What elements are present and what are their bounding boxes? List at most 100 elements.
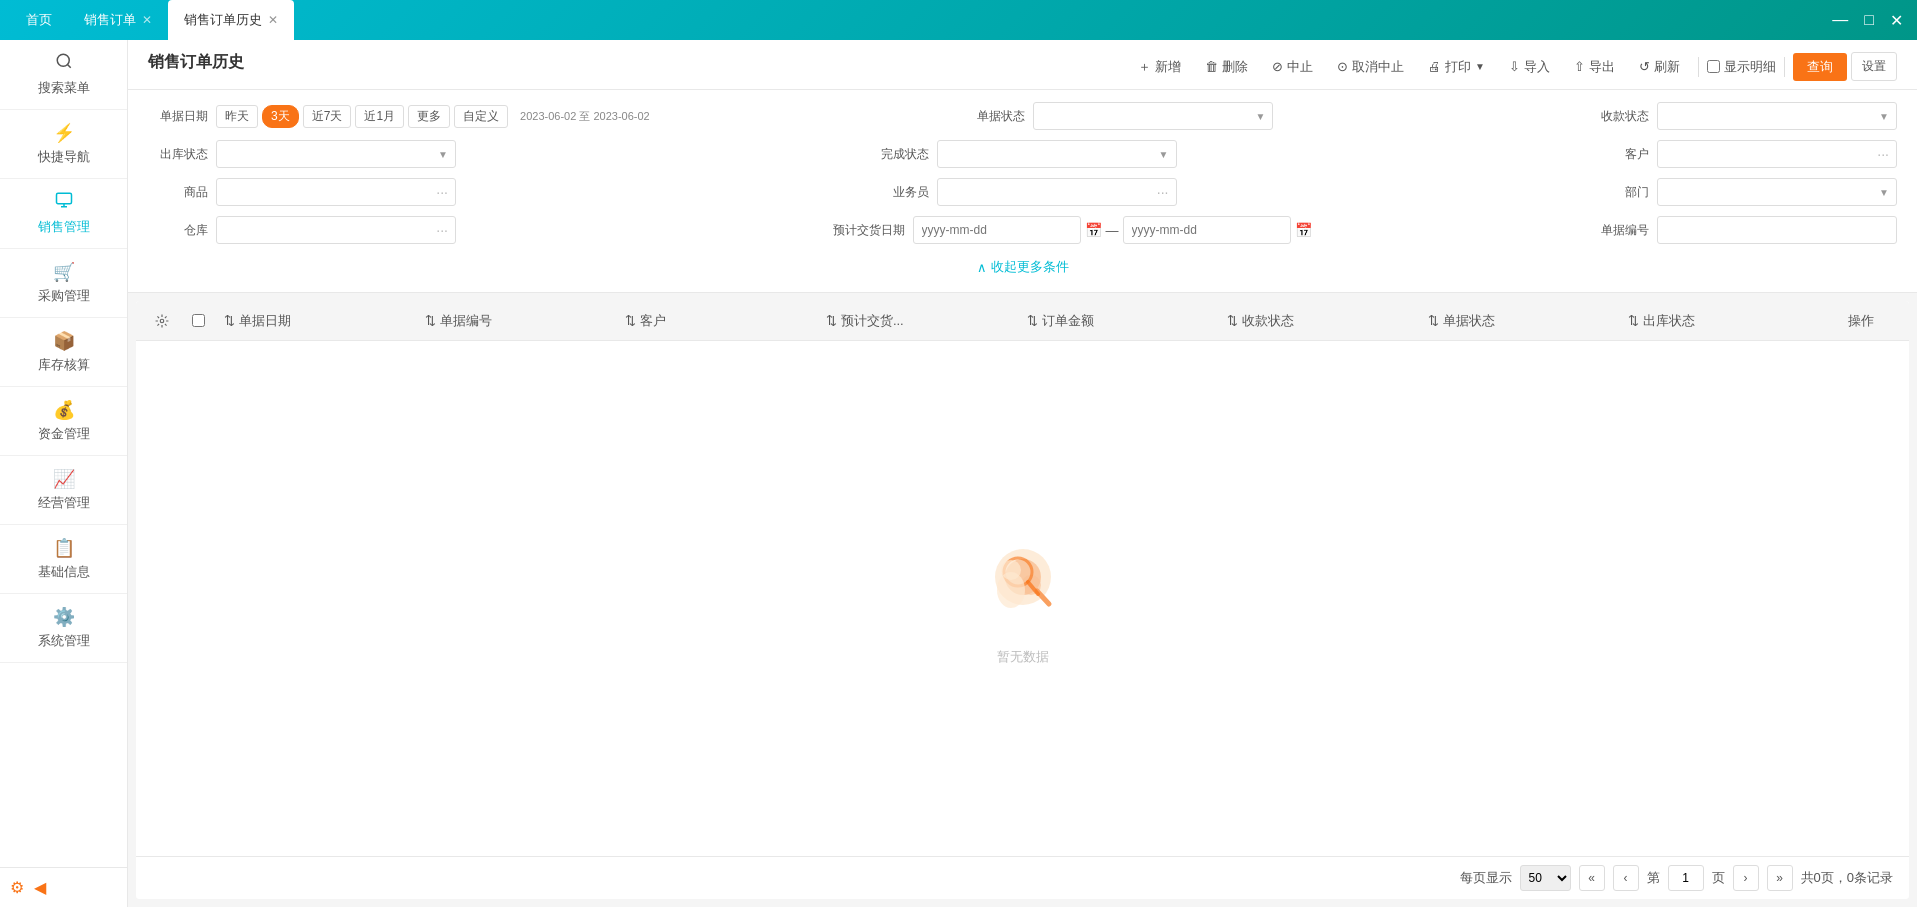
new-button[interactable]: ＋ 新增 [1128, 53, 1191, 81]
svg-rect-2 [56, 193, 71, 204]
empty-state: 暂无数据 [136, 341, 1909, 856]
delete-button[interactable]: 🗑 删除 [1195, 53, 1258, 81]
sidebar-item-inventory-label: 库存核算 [38, 356, 90, 374]
expected-date-start[interactable] [913, 216, 1081, 244]
cancel-stop-label: 取消中止 [1352, 58, 1404, 76]
show-details-checkbox[interactable] [1707, 60, 1720, 73]
order-status-select[interactable] [1033, 102, 1273, 130]
sales-icon [55, 191, 73, 214]
tab-sales-order[interactable]: 销售订单 ✕ [68, 0, 168, 40]
import-icon: ⇩ [1509, 59, 1520, 74]
order-status-select-wrapper: ▼ [1033, 102, 1273, 130]
page-label: 页 [1712, 869, 1725, 887]
delivery-status-select[interactable] [216, 140, 456, 168]
order-number-label: 单据编号 [1589, 222, 1649, 239]
print-button[interactable]: 🖨 打印 ▼ [1418, 53, 1495, 81]
sidebar-item-finance-label: 资金管理 [38, 425, 90, 443]
sort-icon-expected: ⇅ [826, 313, 837, 328]
salesperson-select[interactable] [937, 178, 1177, 206]
date-btn-custom[interactable]: 自定义 [454, 105, 508, 128]
prev-page-btn[interactable]: ‹ [1613, 865, 1639, 891]
collapse-sidebar-icon[interactable]: ◀ [34, 878, 46, 897]
sidebar-item-finance[interactable]: 💰 资金管理 [0, 387, 127, 456]
delivery-status-select-wrapper: ▼ [216, 140, 456, 168]
th-customer[interactable]: ⇅ 客户 [617, 312, 818, 330]
date-btn-yesterday[interactable]: 昨天 [216, 105, 258, 128]
sort-icon-number: ⇅ [425, 313, 436, 328]
import-button[interactable]: ⇩ 导入 [1499, 53, 1560, 81]
stop-button[interactable]: ⊘ 中止 [1262, 53, 1323, 81]
tab-sales-order-history-close[interactable]: ✕ [268, 13, 278, 27]
query-button[interactable]: 查询 [1793, 53, 1847, 81]
th-date[interactable]: ⇅ 单据日期 [216, 312, 417, 330]
date-btn-7days[interactable]: 近7天 [303, 105, 352, 128]
next-page-btn[interactable]: › [1733, 865, 1759, 891]
goods-select[interactable] [216, 178, 456, 206]
customer-dots-icon: ··· [1877, 146, 1889, 162]
warehouse-dots-icon: ··· [436, 222, 448, 238]
per-page-select[interactable]: 50 10 20 100 [1520, 865, 1571, 891]
payment-status-label: 收款状态 [1589, 108, 1649, 125]
th-expected-date[interactable]: ⇅ 预计交货... [818, 312, 1019, 330]
first-page-btn[interactable]: « [1579, 865, 1605, 891]
calendar-end-icon[interactable]: 📅 [1295, 222, 1312, 238]
settings-button[interactable]: 设置 [1851, 52, 1897, 81]
salesperson-select-wrapper: ··· [937, 178, 1177, 206]
date-btn-1month[interactable]: 近1月 [355, 105, 404, 128]
th-order-status[interactable]: ⇅ 单据状态 [1420, 312, 1621, 330]
th-number[interactable]: ⇅ 单据编号 [417, 312, 618, 330]
expected-date-end[interactable] [1123, 216, 1291, 244]
sidebar-item-system[interactable]: ⚙️ 系统管理 [0, 594, 127, 663]
sidebar-item-quick-nav[interactable]: ⚡ 快捷导航 [0, 110, 127, 179]
show-details-label[interactable]: 显示明细 [1707, 58, 1776, 76]
main-layout: 搜索菜单 ⚡ 快捷导航 销售管理 🛒 采购管理 📦 库存核算 💰 资金管理 📈 … [0, 40, 1917, 907]
customer-label: 客户 [1589, 146, 1649, 163]
order-number-input[interactable] [1657, 216, 1897, 244]
table-header: ⇅ 单据日期 ⇅ 单据编号 ⇅ 客户 ⇅ 预计交货... ⇅ 订单金额 [136, 301, 1909, 341]
sidebar-item-sales[interactable]: 销售管理 [0, 179, 127, 249]
payment-status-select[interactable] [1657, 102, 1897, 130]
last-page-btn[interactable]: » [1767, 865, 1793, 891]
th-payment-status[interactable]: ⇅ 收款状态 [1219, 312, 1420, 330]
close-icon[interactable]: ✕ [1886, 7, 1907, 34]
department-select[interactable] [1657, 178, 1897, 206]
settings-bottom-icon[interactable]: ⚙ [10, 878, 24, 897]
print-icon: 🖨 [1428, 59, 1441, 74]
sidebar-bottom: ⚙ ◀ [0, 867, 127, 907]
empty-text: 暂无数据 [997, 648, 1049, 666]
calendar-start-icon[interactable]: 📅 [1085, 222, 1102, 238]
sort-icon-amount: ⇅ [1027, 313, 1038, 328]
select-all-checkbox[interactable] [192, 314, 205, 327]
sidebar-item-basic-info[interactable]: 📋 基础信息 [0, 525, 127, 594]
tab-sales-order-history-label: 销售订单历史 [184, 11, 262, 29]
refresh-button[interactable]: ↺ 刷新 [1629, 53, 1690, 81]
cancel-stop-button[interactable]: ⊙ 取消中止 [1327, 53, 1414, 81]
tab-area: 首页 销售订单 ✕ 销售订单历史 ✕ [10, 0, 1828, 40]
tab-sales-order-history[interactable]: 销售订单历史 ✕ [168, 0, 294, 40]
date-btn-more[interactable]: 更多 [408, 105, 450, 128]
sidebar-item-search-menu[interactable]: 搜索菜单 [0, 40, 127, 110]
tab-sales-order-close[interactable]: ✕ [142, 13, 152, 27]
expected-date-group: 📅 — 📅 [913, 216, 1213, 244]
table-settings-icon[interactable] [144, 314, 180, 328]
warehouse-select[interactable] [216, 216, 456, 244]
th-amount[interactable]: ⇅ 订单金额 [1019, 312, 1220, 330]
filter-row-2: 出库状态 ▼ 完成状态 ▼ 客户 ··· [148, 140, 1897, 168]
quick-nav-icon: ⚡ [53, 122, 75, 144]
th-delivery-status[interactable]: ⇅ 出库状态 [1620, 312, 1821, 330]
complete-status-select[interactable] [937, 140, 1177, 168]
sidebar-item-purchase[interactable]: 🛒 采购管理 [0, 249, 127, 318]
maximize-icon[interactable]: □ [1860, 7, 1878, 33]
date-btn-3days[interactable]: 3天 [262, 105, 299, 128]
export-button[interactable]: ⇧ 导出 [1564, 53, 1625, 81]
filter-row-4: 仓库 ··· 预计交货日期 📅 — 📅 单据编号 [148, 216, 1897, 244]
table-select-all[interactable] [180, 314, 216, 327]
page-input[interactable] [1668, 865, 1704, 891]
sidebar-item-operations[interactable]: 📈 经营管理 [0, 456, 127, 525]
new-icon: ＋ [1138, 58, 1151, 76]
minimize-icon[interactable]: — [1828, 7, 1852, 33]
tab-home[interactable]: 首页 [10, 0, 68, 40]
customer-select[interactable] [1657, 140, 1897, 168]
sidebar-item-inventory[interactable]: 📦 库存核算 [0, 318, 127, 387]
collapse-button[interactable]: ∧ 收起更多条件 [977, 254, 1069, 280]
